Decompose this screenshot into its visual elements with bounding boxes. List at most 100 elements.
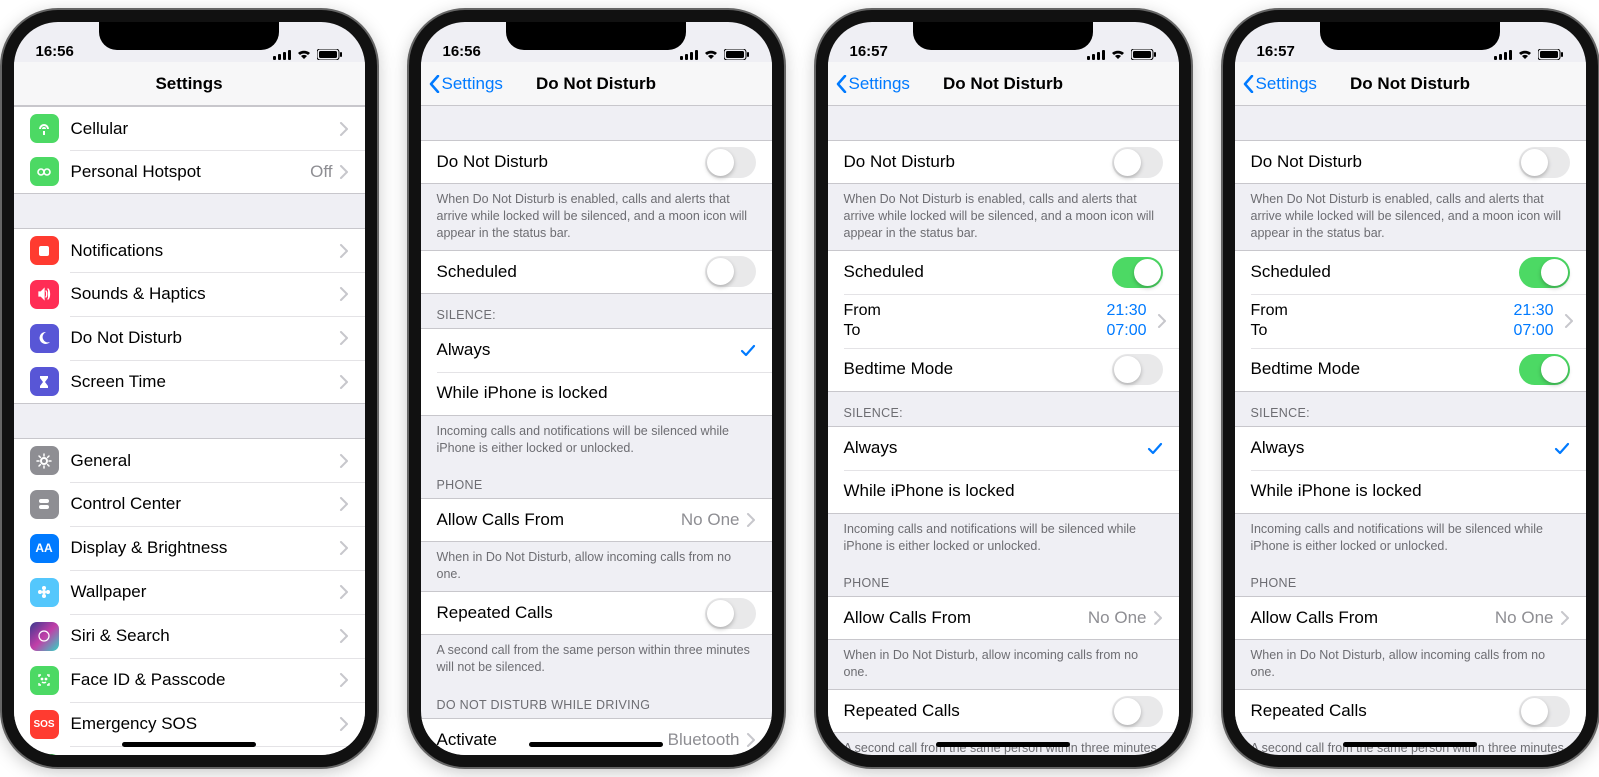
row-value: No One bbox=[1495, 608, 1554, 628]
phone-header: Phone bbox=[828, 562, 1179, 596]
row-while-locked[interactable]: While iPhone is locked bbox=[421, 372, 772, 416]
row-allow-calls[interactable]: Allow Calls From No One bbox=[421, 498, 772, 542]
row-label: Allow Calls From bbox=[437, 510, 681, 530]
row-dnd-toggle[interactable]: Do Not Disturb bbox=[1235, 140, 1586, 184]
cellular-signal-icon bbox=[1087, 49, 1105, 60]
row-screentime[interactable]: Screen Time bbox=[14, 360, 365, 404]
row-control-center[interactable]: Control Center bbox=[14, 482, 365, 526]
dnd-toggle[interactable] bbox=[1519, 147, 1570, 178]
chevron-icon bbox=[746, 513, 756, 527]
row-scheduled[interactable]: Scheduled bbox=[421, 250, 772, 294]
phone-dnd-scheduled: 16:57 Settings Do Not Disturb Do Not Dis… bbox=[816, 10, 1191, 767]
row-schedule-times[interactable]: From21:30 To07:00 bbox=[828, 294, 1179, 348]
back-button[interactable]: Settings bbox=[1243, 62, 1317, 105]
row-cellular[interactable]: Cellular bbox=[14, 106, 365, 150]
row-display[interactable]: AA Display & Brightness bbox=[14, 526, 365, 570]
chevron-icon bbox=[1560, 611, 1570, 625]
phone-header: Phone bbox=[421, 464, 772, 498]
chevron-icon bbox=[339, 165, 349, 179]
row-label: Do Not Disturb bbox=[437, 152, 705, 172]
dnd-footer: When Do Not Disturb is enabled, calls an… bbox=[828, 184, 1179, 250]
row-bedtime[interactable]: Bedtime Mode bbox=[828, 348, 1179, 392]
dnd-scroll[interactable]: Do Not Disturb When Do Not Disturb is en… bbox=[1235, 106, 1586, 755]
back-button[interactable]: Settings bbox=[429, 62, 503, 105]
silence-header: Silence: bbox=[421, 294, 772, 328]
row-faceid[interactable]: Face ID & Passcode bbox=[14, 658, 365, 702]
row-scheduled[interactable]: Scheduled bbox=[1235, 250, 1586, 294]
row-wallpaper[interactable]: Wallpaper bbox=[14, 570, 365, 614]
row-notifications[interactable]: Notifications bbox=[14, 228, 365, 272]
status-time: 16:57 bbox=[850, 43, 888, 60]
row-value: Bluetooth bbox=[668, 730, 740, 750]
row-dnd[interactable]: Do Not Disturb bbox=[14, 316, 365, 360]
dnd-scroll[interactable]: Do Not Disturb When Do Not Disturb is en… bbox=[828, 106, 1179, 755]
status-bar: 16:57 bbox=[1235, 22, 1586, 62]
scheduled-toggle[interactable] bbox=[1112, 257, 1163, 288]
row-general[interactable]: General bbox=[14, 438, 365, 482]
chevron-icon bbox=[339, 375, 349, 389]
row-hotspot[interactable]: Personal Hotspot Off bbox=[14, 150, 365, 194]
row-dnd-toggle[interactable]: Do Not Disturb bbox=[421, 140, 772, 184]
row-scheduled[interactable]: Scheduled bbox=[828, 250, 1179, 294]
row-repeated[interactable]: Repeated Calls bbox=[1235, 689, 1586, 733]
checkmark-icon bbox=[1554, 441, 1570, 455]
row-always[interactable]: Always bbox=[1235, 426, 1586, 470]
to-label: To bbox=[1251, 322, 1268, 340]
flower-icon bbox=[30, 578, 59, 607]
bedtime-toggle[interactable] bbox=[1112, 354, 1163, 385]
row-label: Display & Brightness bbox=[71, 538, 339, 558]
row-siri[interactable]: Siri & Search bbox=[14, 614, 365, 658]
row-sos[interactable]: SOS Emergency SOS bbox=[14, 702, 365, 746]
repeated-toggle[interactable] bbox=[1112, 696, 1163, 727]
repeated-toggle[interactable] bbox=[705, 598, 756, 629]
dnd-toggle[interactable] bbox=[705, 147, 756, 178]
home-indicator[interactable] bbox=[1343, 742, 1477, 747]
row-label: Siri & Search bbox=[71, 626, 339, 646]
repeated-toggle[interactable] bbox=[1519, 696, 1570, 727]
row-sounds[interactable]: Sounds & Haptics bbox=[14, 272, 365, 316]
battery-icon bbox=[724, 49, 750, 60]
phone-settings: 16:56 Settings Cellular Personal Hotspot… bbox=[2, 10, 377, 767]
chevron-icon bbox=[339, 629, 349, 643]
row-label: Bedtime Mode bbox=[844, 359, 1112, 379]
row-label: While iPhone is locked bbox=[1251, 481, 1570, 501]
row-always[interactable]: Always bbox=[421, 328, 772, 372]
phone-dnd-bedtime: 16:57 Settings Do Not Disturb Do Not Dis… bbox=[1223, 10, 1598, 767]
row-allow-calls[interactable]: Allow Calls From No One bbox=[828, 596, 1179, 640]
row-always[interactable]: Always bbox=[828, 426, 1179, 470]
chevron-icon bbox=[1157, 314, 1167, 328]
row-repeated[interactable]: Repeated Calls bbox=[828, 689, 1179, 733]
bedtime-toggle[interactable] bbox=[1519, 354, 1570, 385]
navbar: Settings Do Not Disturb bbox=[421, 62, 772, 106]
navbar: Settings Do Not Disturb bbox=[1235, 62, 1586, 106]
scheduled-toggle[interactable] bbox=[705, 256, 756, 287]
row-label: Repeated Calls bbox=[437, 603, 705, 623]
scheduled-toggle[interactable] bbox=[1519, 257, 1570, 288]
row-activate[interactable]: Activate Bluetooth bbox=[421, 718, 772, 755]
settings-scroll[interactable]: Cellular Personal Hotspot Off Notificati… bbox=[14, 106, 365, 755]
battery-icon bbox=[317, 49, 343, 60]
row-bedtime[interactable]: Bedtime Mode bbox=[1235, 348, 1586, 392]
row-while-locked[interactable]: While iPhone is locked bbox=[1235, 470, 1586, 514]
row-label: Screen Time bbox=[71, 372, 339, 392]
chevron-icon bbox=[339, 541, 349, 555]
chevron-icon bbox=[339, 717, 349, 731]
row-allow-calls[interactable]: Allow Calls From No One bbox=[1235, 596, 1586, 640]
row-battery[interactable]: Battery bbox=[14, 746, 365, 755]
toggles-icon bbox=[30, 490, 59, 519]
home-indicator[interactable] bbox=[936, 742, 1070, 747]
back-button[interactable]: Settings bbox=[836, 62, 910, 105]
antenna-icon bbox=[30, 114, 59, 143]
row-dnd-toggle[interactable]: Do Not Disturb bbox=[828, 140, 1179, 184]
home-indicator[interactable] bbox=[122, 742, 256, 747]
row-label: Allow Calls From bbox=[1251, 608, 1495, 628]
from-value: 21:30 bbox=[1513, 302, 1553, 320]
row-while-locked[interactable]: While iPhone is locked bbox=[828, 470, 1179, 514]
dnd-scroll[interactable]: Do Not Disturb When Do Not Disturb is en… bbox=[421, 106, 772, 755]
row-schedule-times[interactable]: From21:30 To07:00 bbox=[1235, 294, 1586, 348]
row-repeated[interactable]: Repeated Calls bbox=[421, 591, 772, 635]
status-bar: 16:56 bbox=[14, 22, 365, 62]
status-time: 16:56 bbox=[36, 43, 74, 60]
home-indicator[interactable] bbox=[529, 742, 663, 747]
dnd-toggle[interactable] bbox=[1112, 147, 1163, 178]
